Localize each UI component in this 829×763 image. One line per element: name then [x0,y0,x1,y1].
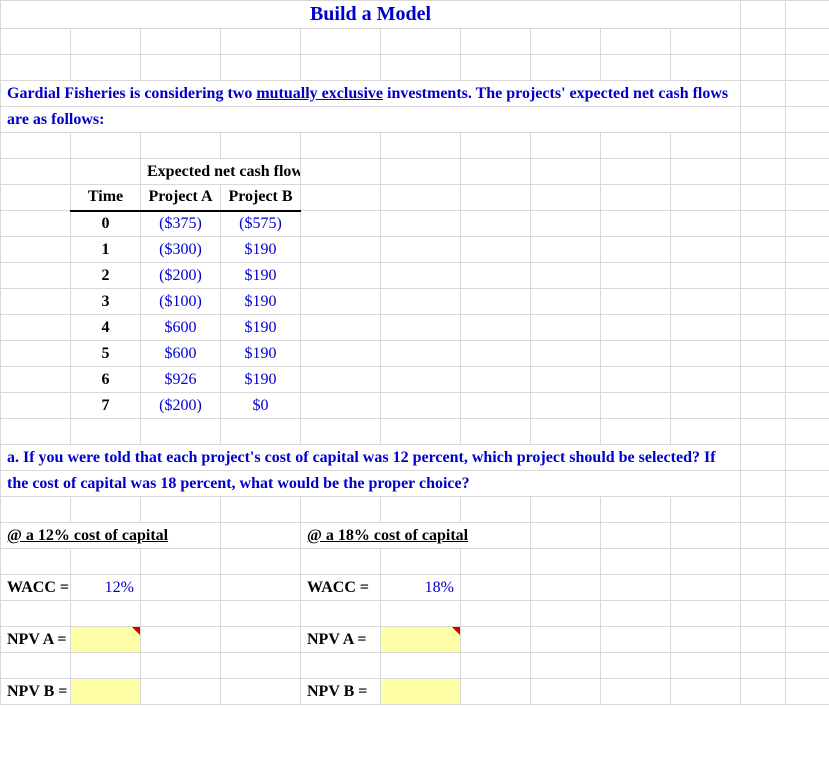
npv-b-label-18: NPV B = [301,679,381,705]
table-row: 3($100)$190 [1,289,829,315]
col-project-a: Project A [141,185,221,211]
wacc-label-12: WACC = [1,575,71,601]
intro-text-1: Gardial Fisheries is considering two mut… [1,81,741,107]
npv-a-input-18[interactable] [381,627,461,653]
npv-b-input-18[interactable] [381,679,461,705]
header-18pct: @ a 18% cost of capital [301,523,531,549]
table-row: 5$600$190 [1,341,829,367]
intro-text-2: are as follows: [1,107,741,133]
page-title: Build a Model [1,1,741,29]
wacc-label-18: WACC = [301,575,381,601]
question-a-line2: the cost of capital was 18 percent, what… [1,471,741,497]
npv-b-input-12[interactable] [71,679,141,705]
table-row: 6$926$190 [1,367,829,393]
table-row: 0($375)($575) [1,211,829,237]
question-a-line1: a. If you were told that each project's … [1,445,741,471]
npv-a-label-18: NPV A = [301,627,381,653]
header-12pct: @ a 12% cost of capital [1,523,221,549]
wacc-value-18[interactable]: 18% [381,575,461,601]
spreadsheet-grid[interactable]: Build a Model Gardial Fisheries is consi… [0,0,829,705]
table-row: 2($200)$190 [1,263,829,289]
npv-a-label-12: NPV A = [1,627,71,653]
wacc-value-12[interactable]: 12% [71,575,141,601]
col-time: Time [71,185,141,211]
cashflow-heading: Expected net cash flows [141,159,301,185]
table-row: 4$600$190 [1,315,829,341]
table-row: 1($300)$190 [1,237,829,263]
table-row: 7($200)$0 [1,393,829,419]
npv-b-label-12: NPV B = [1,679,71,705]
col-project-b: Project B [221,185,301,211]
npv-a-input-12[interactable] [71,627,141,653]
